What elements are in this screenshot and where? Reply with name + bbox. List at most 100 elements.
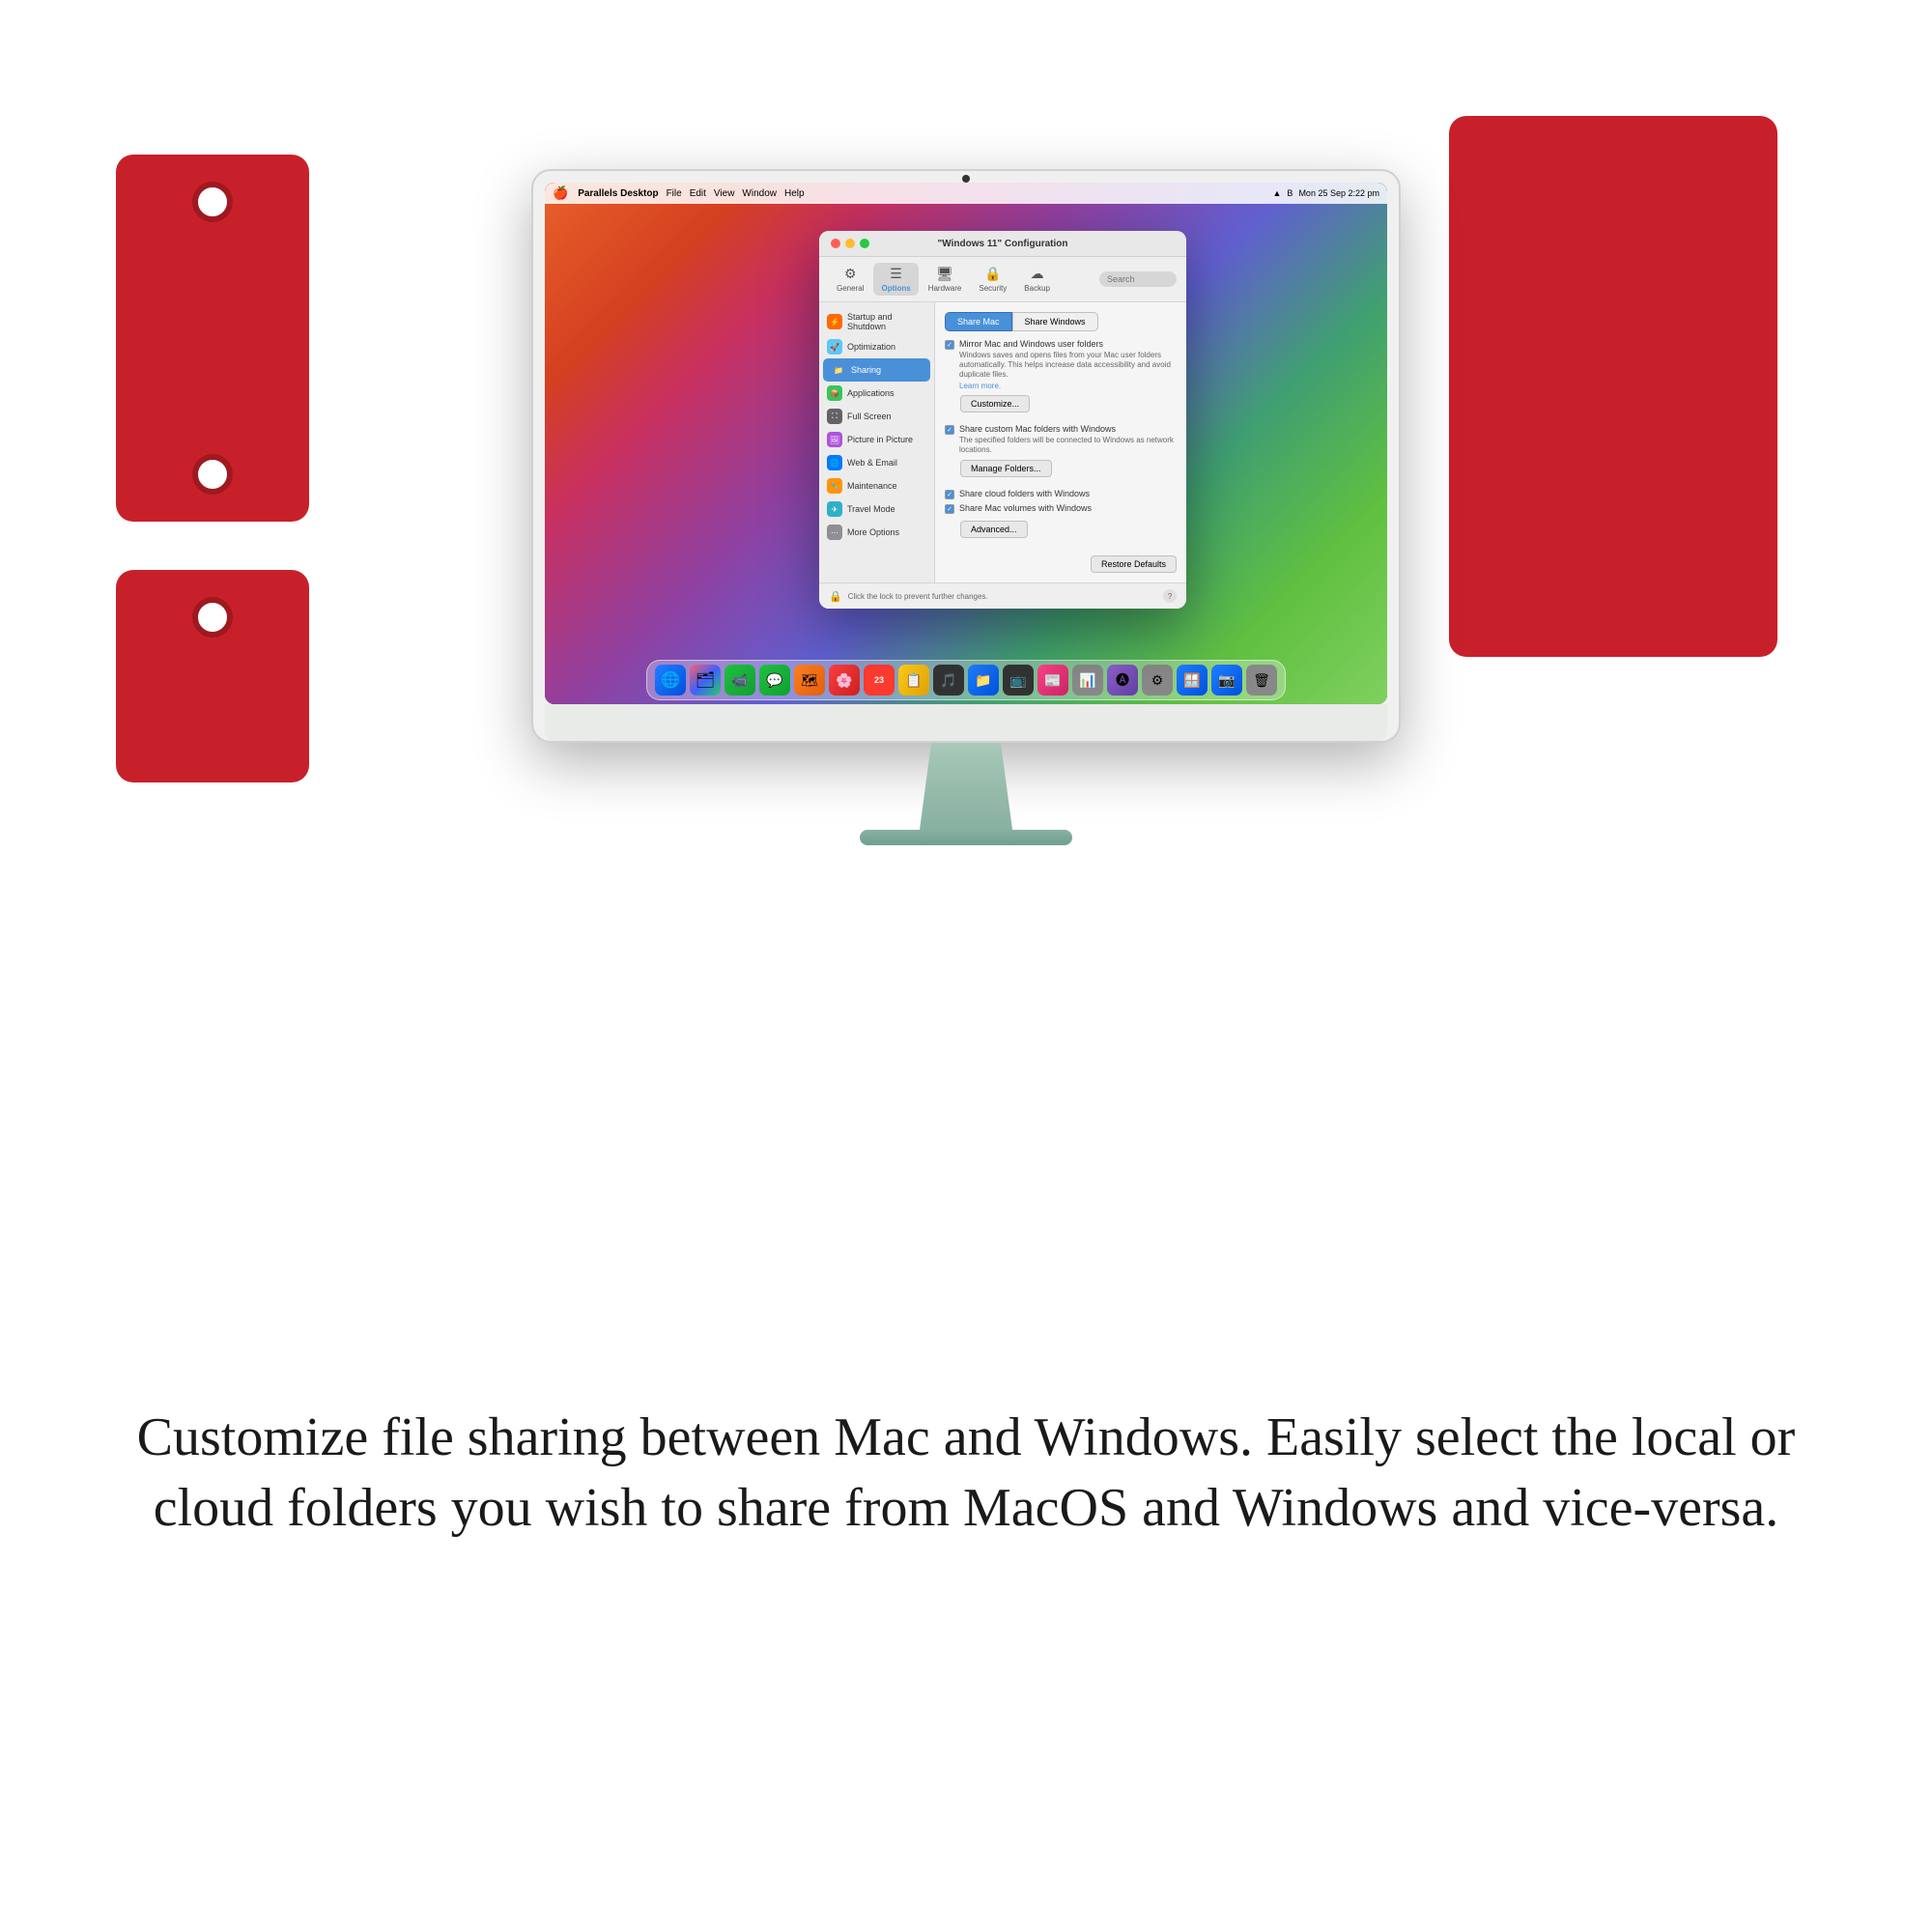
share-cloud-row: ✓ Share cloud folders with Windows: [945, 489, 1177, 500]
minimize-button[interactable]: [845, 239, 855, 248]
toolbar-security-label: Security: [979, 284, 1007, 293]
red-rect-right: [1449, 116, 1777, 657]
menu-help[interactable]: Help: [784, 188, 805, 199]
dock-icon-news[interactable]: 📰: [1037, 665, 1068, 696]
toolbar-general[interactable]: ⚙ General: [829, 263, 871, 296]
dock-icon-systemprefs[interactable]: ⚙: [1142, 665, 1173, 696]
share-volumes-checkbox[interactable]: ✓: [945, 504, 954, 514]
sidebar-item-more[interactable]: ⋯ More Options: [819, 521, 934, 544]
apple-menu-icon[interactable]: 🍎: [553, 185, 568, 201]
sidebar-item-pip[interactable]: 🖼 Picture in Picture: [819, 428, 934, 451]
dock-icon-maps[interactable]: 🗺: [794, 665, 825, 696]
menu-view[interactable]: View: [714, 188, 735, 199]
imac-chin: [545, 704, 1387, 741]
sidebar-optimization-label: Optimization: [847, 342, 895, 352]
sidebar-travel-label: Travel Mode: [847, 504, 895, 514]
dock-icon-finder[interactable]: 🌐: [655, 665, 686, 696]
dock-icon-appletv[interactable]: 📺: [1003, 665, 1034, 696]
toolbar-backup-label: Backup: [1024, 284, 1050, 293]
toolbar-options-label: Options: [881, 284, 910, 293]
sidebar-pip-label: Picture in Picture: [847, 435, 913, 444]
red-rect-left: [116, 155, 309, 522]
applications-icon: 📦: [827, 385, 842, 401]
imac-screen: 🍎 Parallels Desktop File Edit View Windo…: [545, 183, 1387, 704]
menu-file[interactable]: File: [667, 188, 682, 199]
dock-icon-music[interactable]: 🎵: [933, 665, 964, 696]
customize-button[interactable]: Customize...: [960, 395, 1030, 412]
share-buttons: Share Mac Share Windows: [945, 312, 1177, 331]
ring-hole-top-left: [192, 182, 233, 222]
dialog-titlebar: "Windows 11" Configuration: [819, 231, 1186, 257]
toolbar-options[interactable]: ☰ Options: [873, 263, 918, 296]
dock: 🌐 🗂 📹 💬 🗺 🌸 23 📋 🎵 📁 📺 📰 📊 🅐: [646, 660, 1286, 700]
sidebar-item-fullscreen[interactable]: ⛶ Full Screen: [819, 405, 934, 428]
share-custom-group: ✓ Share custom Mac folders with Windows …: [945, 424, 1177, 482]
imac-stand: [908, 743, 1024, 830]
scene: 🍎 Parallels Desktop File Edit View Windo…: [0, 0, 1932, 1014]
sidebar-item-sharing[interactable]: 📁 Sharing: [823, 358, 930, 382]
traffic-lights: [831, 239, 869, 248]
dock-icon-photos[interactable]: 🌸: [829, 665, 860, 696]
dock-icon-files[interactable]: 📁: [968, 665, 999, 696]
share-windows-button[interactable]: Share Windows: [1012, 312, 1098, 331]
share-cloud-label: Share cloud folders with Windows: [959, 489, 1090, 500]
dialog-toolbar: ⚙ General ☰ Options 🖥 Hardware: [819, 257, 1186, 302]
sidebar-item-startup[interactable]: ⚡ Startup and Shutdown: [819, 308, 934, 335]
share-cloud-checkbox[interactable]: ✓: [945, 490, 954, 499]
lock-icon[interactable]: 🔒: [829, 590, 842, 603]
sidebar-item-travel[interactable]: ✈ Travel Mode: [819, 497, 934, 521]
mirror-desc: Windows saves and opens files from your …: [959, 351, 1177, 381]
dialog-body: ⚡ Startup and Shutdown 🚀 Optimization 📁: [819, 302, 1186, 582]
more-icon: ⋯: [827, 525, 842, 540]
close-button[interactable]: [831, 239, 840, 248]
dock-icon-facetime[interactable]: 📹: [724, 665, 755, 696]
lock-text: Click the lock to prevent further change…: [848, 592, 988, 601]
sidebar-item-web[interactable]: 🌐 Web & Email: [819, 451, 934, 474]
fullscreen-button[interactable]: [860, 239, 869, 248]
sidebar-applications-label: Applications: [847, 388, 895, 398]
help-button[interactable]: ?: [1163, 589, 1177, 603]
maintenance-icon: 🔧: [827, 478, 842, 494]
search-input[interactable]: [1099, 271, 1177, 287]
menu-window[interactable]: Window: [742, 188, 777, 199]
menubar: 🍎 Parallels Desktop File Edit View Windo…: [545, 183, 1387, 204]
dock-icon-reminders[interactable]: 📋: [898, 665, 929, 696]
dock-icon-camera[interactable]: 📷: [1211, 665, 1242, 696]
share-mac-button[interactable]: Share Mac: [945, 312, 1012, 331]
mirror-group: ✓ Mirror Mac and Windows user folders Wi…: [945, 339, 1177, 418]
startup-icon: ⚡: [827, 314, 842, 329]
dock-icon-messages[interactable]: 💬: [759, 665, 790, 696]
manage-folders-button[interactable]: Manage Folders...: [960, 460, 1052, 477]
restore-defaults-button[interactable]: Restore Defaults: [1091, 555, 1177, 573]
dialog-footer: 🔒 Click the lock to prevent further chan…: [819, 582, 1186, 609]
config-dialog: "Windows 11" Configuration ⚙ General ☰ O…: [819, 231, 1186, 609]
advanced-button[interactable]: Advanced...: [960, 521, 1028, 538]
dock-icon-launchpad[interactable]: 🗂: [690, 665, 721, 696]
share-custom-row: ✓ Share custom Mac folders with Windows …: [945, 424, 1177, 455]
menu-edit[interactable]: Edit: [690, 188, 706, 199]
share-custom-checkbox[interactable]: ✓: [945, 425, 954, 435]
dock-icon-calendar[interactable]: 23: [864, 665, 895, 696]
dock-icon-appstore[interactable]: 🅐: [1107, 665, 1138, 696]
security-icon: 🔒: [984, 266, 1001, 282]
dock-icon-parallels[interactable]: 🪟: [1177, 665, 1208, 696]
options-icon: ☰: [890, 266, 902, 282]
mirror-checkbox[interactable]: ✓: [945, 340, 954, 350]
menubar-right: ▲ B Mon 25 Sep 2:22 pm: [1273, 188, 1380, 198]
learn-more-link[interactable]: Learn more.: [959, 382, 1001, 390]
sidebar-startup-label: Startup and Shutdown: [847, 312, 926, 331]
share-custom-desc: The specified folders will be connected …: [959, 436, 1177, 456]
sidebar-item-maintenance[interactable]: 🔧 Maintenance: [819, 474, 934, 497]
sidebar-item-optimization[interactable]: 🚀 Optimization: [819, 335, 934, 358]
imac-camera: [962, 175, 970, 183]
dock-icon-numbers[interactable]: 📊: [1072, 665, 1103, 696]
toolbar-hardware[interactable]: 🖥 Hardware: [921, 263, 970, 296]
toolbar-security[interactable]: 🔒 Security: [971, 263, 1014, 296]
toolbar-backup[interactable]: ☁ Backup: [1016, 263, 1058, 296]
mirror-row: ✓ Mirror Mac and Windows user folders Wi…: [945, 339, 1177, 391]
menu-app-name[interactable]: Parallels Desktop: [578, 188, 658, 199]
caption-area: Customize file sharing between Mac and W…: [0, 1014, 1932, 1932]
dock-icon-trash[interactable]: 🗑: [1246, 665, 1277, 696]
sidebar-item-applications[interactable]: 📦 Applications: [819, 382, 934, 405]
imac-monitor: 🍎 Parallels Desktop File Edit View Windo…: [531, 169, 1401, 743]
